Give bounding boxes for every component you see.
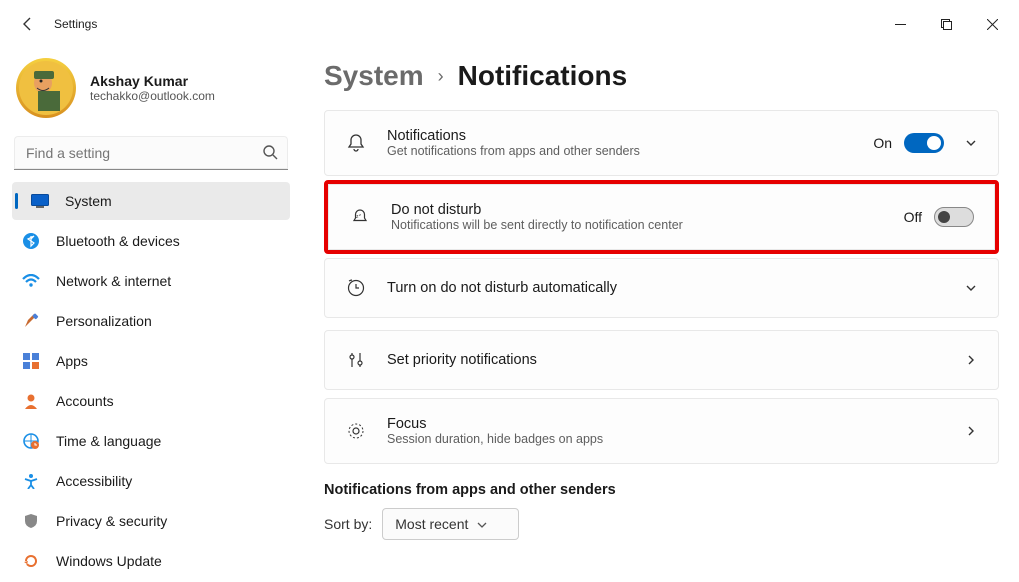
- update-icon: [22, 552, 40, 570]
- sliders-icon: [345, 350, 367, 370]
- row-subtitle: Notifications will be sent directly to n…: [391, 218, 884, 232]
- row-do-not-disturb[interactable]: zz Do not disturb Notifications will be …: [329, 185, 994, 249]
- profile-block[interactable]: Akshay Kumar techakko@outlook.com: [12, 56, 290, 132]
- breadcrumb-current: Notifications: [458, 60, 628, 92]
- row-subtitle: Get notifications from apps and other se…: [387, 144, 853, 158]
- system-icon: [31, 192, 49, 210]
- nav-system[interactable]: System: [12, 182, 290, 220]
- row-title: Do not disturb: [391, 202, 884, 218]
- nav-label: Personalization: [56, 313, 152, 329]
- nav-bluetooth[interactable]: Bluetooth & devices: [12, 222, 290, 260]
- clock-arrow-icon: [345, 278, 367, 298]
- nav-privacy[interactable]: Privacy & security: [12, 502, 290, 540]
- nav-apps[interactable]: Apps: [12, 342, 290, 380]
- sort-dropdown[interactable]: Most recent: [382, 508, 519, 540]
- shield-icon: [22, 512, 40, 530]
- sort-label: Sort by:: [324, 516, 372, 532]
- minimize-icon: [895, 19, 906, 30]
- accessibility-icon: [22, 472, 40, 490]
- toggle-state-label: On: [873, 135, 892, 151]
- nav-label: Network & internet: [56, 273, 171, 289]
- globe-clock-icon: [22, 432, 40, 450]
- chevron-down-icon[interactable]: [964, 136, 978, 150]
- nav-label: System: [65, 193, 112, 209]
- chevron-down-icon: [476, 519, 488, 531]
- minimize-button[interactable]: [877, 8, 923, 40]
- profile-name: Akshay Kumar: [90, 73, 215, 89]
- dnd-toggle[interactable]: [934, 207, 974, 227]
- row-title: Notifications: [387, 128, 853, 144]
- breadcrumb: System › Notifications: [324, 60, 999, 92]
- focus-icon: [345, 421, 367, 441]
- nav-network[interactable]: Network & internet: [12, 262, 290, 300]
- nav-label: Accessibility: [56, 473, 132, 489]
- search-input[interactable]: [14, 136, 288, 170]
- row-dnd-auto[interactable]: Turn on do not disturb automatically: [325, 259, 998, 317]
- nav-label: Apps: [56, 353, 88, 369]
- highlight-annotation: zz Do not disturb Notifications will be …: [324, 180, 999, 254]
- bell-icon: [345, 133, 367, 153]
- person-icon: [22, 392, 40, 410]
- row-priority-notifications[interactable]: Set priority notifications: [325, 331, 998, 389]
- profile-email: techakko@outlook.com: [90, 89, 215, 103]
- row-title: Turn on do not disturb automatically: [387, 280, 944, 296]
- row-focus[interactable]: Focus Session duration, hide badges on a…: [325, 399, 998, 463]
- notifications-toggle[interactable]: [904, 133, 944, 153]
- row-title: Set priority notifications: [387, 352, 944, 368]
- bluetooth-icon: [22, 232, 40, 250]
- maximize-button[interactable]: [923, 8, 969, 40]
- chevron-right-icon[interactable]: [964, 424, 978, 438]
- close-button[interactable]: [969, 8, 1015, 40]
- row-subtitle: Session duration, hide badges on apps: [387, 432, 944, 446]
- nav-time-language[interactable]: Time & language: [12, 422, 290, 460]
- nav-personalization[interactable]: Personalization: [12, 302, 290, 340]
- dnd-icon: zz: [349, 207, 371, 227]
- avatar: [16, 58, 76, 118]
- nav-label: Windows Update: [56, 553, 162, 569]
- maximize-icon: [941, 19, 952, 30]
- nav-accessibility[interactable]: Accessibility: [12, 462, 290, 500]
- svg-text:z: z: [359, 212, 361, 217]
- nav-label: Privacy & security: [56, 513, 167, 529]
- sort-value: Most recent: [395, 516, 468, 532]
- nav-accounts[interactable]: Accounts: [12, 382, 290, 420]
- close-icon: [987, 19, 998, 30]
- search-icon: [262, 144, 278, 160]
- chevron-right-icon: ›: [438, 66, 444, 87]
- section-header-apps: Notifications from apps and other sender…: [324, 482, 999, 498]
- nav-label: Accounts: [56, 393, 114, 409]
- window-title: Settings: [54, 17, 97, 31]
- nav-windows-update[interactable]: Windows Update: [12, 542, 290, 580]
- chevron-right-icon[interactable]: [964, 353, 978, 367]
- back-button[interactable]: [16, 12, 40, 36]
- nav-label: Bluetooth & devices: [56, 233, 180, 249]
- row-title: Focus: [387, 416, 944, 432]
- row-notifications[interactable]: Notifications Get notifications from app…: [325, 111, 998, 175]
- wifi-icon: [22, 272, 40, 290]
- toggle-state-label: Off: [904, 209, 922, 225]
- paintbrush-icon: [22, 312, 40, 330]
- arrow-left-icon: [20, 16, 36, 32]
- search-box[interactable]: [14, 136, 288, 170]
- chevron-down-icon[interactable]: [964, 281, 978, 295]
- nav-label: Time & language: [56, 433, 161, 449]
- apps-icon: [22, 352, 40, 370]
- breadcrumb-parent[interactable]: System: [324, 60, 424, 92]
